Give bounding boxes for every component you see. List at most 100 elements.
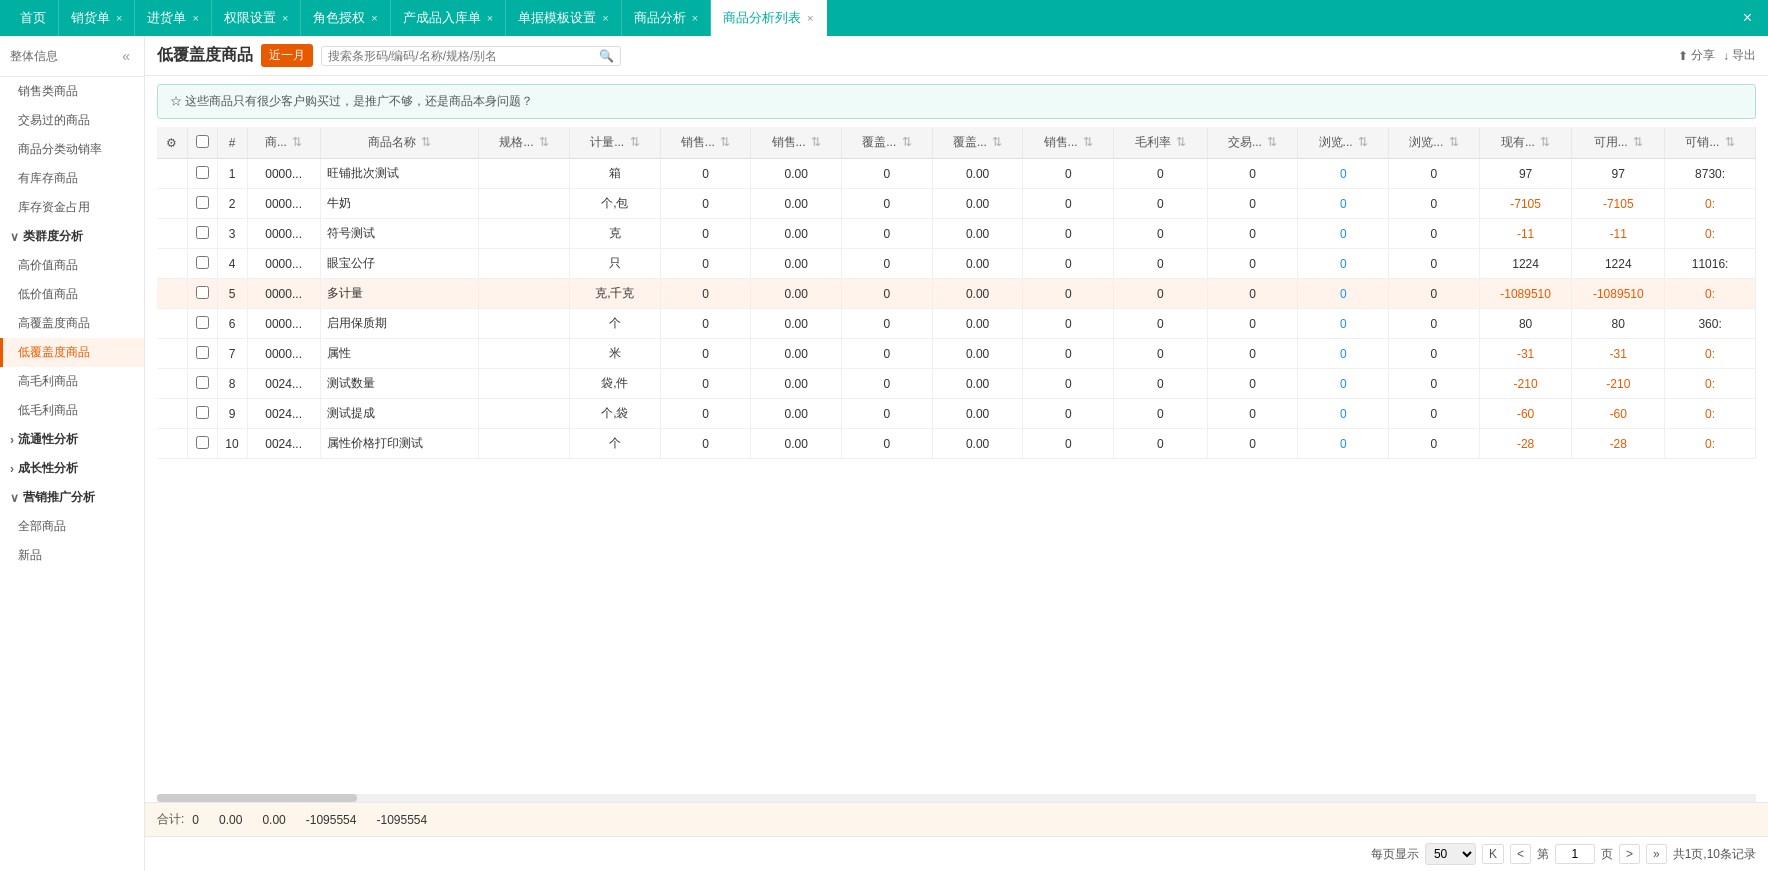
col-current[interactable]: 现有... ⇅ <box>1479 127 1572 159</box>
col-spec[interactable]: 规格... ⇅ <box>479 127 570 159</box>
cell-num: 10 <box>217 429 247 459</box>
last-page-button[interactable]: » <box>1646 844 1667 864</box>
col-checkbox[interactable] <box>187 127 217 159</box>
col-unit[interactable]: 计量... ⇅ <box>569 127 660 159</box>
export-button[interactable]: ↓ 导出 <box>1723 47 1756 64</box>
search-icon[interactable]: 🔍 <box>599 49 614 63</box>
share-button[interactable]: ⬆ 分享 <box>1678 47 1715 64</box>
tab-purchase[interactable]: 进货单 × <box>135 0 211 36</box>
row-checkbox[interactable] <box>196 316 209 329</box>
tab-permissions[interactable]: 权限设置 × <box>212 0 301 36</box>
col-browse2[interactable]: 浏览... ⇅ <box>1389 127 1480 159</box>
cell-browse1[interactable]: 0 <box>1298 279 1389 309</box>
sidebar-section-cluster[interactable]: ∨ 类群度分析 <box>0 222 144 251</box>
row-checkbox[interactable] <box>196 286 209 299</box>
col-code[interactable]: 商... ⇅ <box>247 127 320 159</box>
sidebar-item-sales-goods[interactable]: 销售类商品 <box>0 77 144 106</box>
tab-sales[interactable]: 销货单 × <box>59 0 135 36</box>
cell-browse1[interactable]: 0 <box>1298 369 1389 399</box>
cell-checkbox[interactable] <box>187 369 217 399</box>
page-number-input[interactable] <box>1555 844 1595 864</box>
cell-checkbox[interactable] <box>187 189 217 219</box>
tab-finished-goods[interactable]: 产成品入库单 × <box>391 0 506 36</box>
tab-analysis-list[interactable]: 商品分析列表 × <box>711 0 826 36</box>
close-tab-purchase[interactable]: × <box>192 12 198 24</box>
window-close-button[interactable]: × <box>1735 9 1760 27</box>
col-browse1[interactable]: 浏览... ⇅ <box>1298 127 1389 159</box>
cell-browse1[interactable]: 0 <box>1298 399 1389 429</box>
close-tab-finished-goods[interactable]: × <box>487 12 493 24</box>
sidebar-item-high-coverage[interactable]: 高覆盖度商品 <box>0 309 144 338</box>
col-sale-count[interactable]: 销售... ⇅ <box>660 127 751 159</box>
close-tab-sales[interactable]: × <box>116 12 122 24</box>
cell-browse1[interactable]: 0 <box>1298 309 1389 339</box>
cell-browse1[interactable]: 0 <box>1298 189 1389 219</box>
cell-browse2: 0 <box>1389 369 1480 399</box>
col-profit-rate[interactable]: 毛利率 ⇅ <box>1114 127 1208 159</box>
page-size-select[interactable]: 50 100 200 <box>1425 843 1476 865</box>
cell-browse1[interactable]: 0 <box>1298 159 1389 189</box>
cell-checkbox[interactable] <box>187 399 217 429</box>
row-checkbox[interactable] <box>196 376 209 389</box>
row-checkbox[interactable] <box>196 196 209 209</box>
sidebar-item-category-rate[interactable]: 商品分类动销率 <box>0 135 144 164</box>
sidebar-section-flow[interactable]: › 流通性分析 <box>0 425 144 454</box>
cell-checkbox[interactable] <box>187 159 217 189</box>
close-tab-permissions[interactable]: × <box>282 12 288 24</box>
cell-browse1[interactable]: 0 <box>1298 429 1389 459</box>
sidebar-item-low-coverage[interactable]: 低覆盖度商品 <box>0 338 144 367</box>
sidebar-item-high-value[interactable]: 高价值商品 <box>0 251 144 280</box>
sidebar-item-stock-capital[interactable]: 库存资金占用 <box>0 193 144 222</box>
row-checkbox[interactable] <box>196 436 209 449</box>
sidebar-collapse-icon[interactable]: « <box>118 44 134 68</box>
first-page-button[interactable]: K <box>1482 844 1504 864</box>
row-checkbox[interactable] <box>196 346 209 359</box>
sidebar-item-traded-goods[interactable]: 交易过的商品 <box>0 106 144 135</box>
next-page-button[interactable]: > <box>1619 844 1640 864</box>
sidebar-item-high-profit[interactable]: 高毛利商品 <box>0 367 144 396</box>
cell-browse1[interactable]: 0 <box>1298 339 1389 369</box>
sidebar-section-growth[interactable]: › 成长性分析 <box>0 454 144 483</box>
cell-browse1[interactable]: 0 <box>1298 219 1389 249</box>
sidebar-item-stocked-goods[interactable]: 有库存商品 <box>0 164 144 193</box>
col-available[interactable]: 可用... ⇅ <box>1572 127 1665 159</box>
prev-page-button[interactable]: < <box>1510 844 1531 864</box>
sidebar-item-all-goods[interactable]: 全部商品 <box>0 512 144 541</box>
sidebar-item-new-goods[interactable]: 新品 <box>0 541 144 570</box>
cell-checkbox[interactable] <box>187 249 217 279</box>
close-tab-analysis[interactable]: × <box>692 12 698 24</box>
tab-template[interactable]: 单据模板设置 × <box>506 0 621 36</box>
cell-checkbox[interactable] <box>187 279 217 309</box>
cell-browse1[interactable]: 0 <box>1298 249 1389 279</box>
cell-checkbox[interactable] <box>187 219 217 249</box>
select-all-checkbox[interactable] <box>196 135 209 148</box>
close-tab-roles[interactable]: × <box>371 12 377 24</box>
period-button[interactable]: 近一月 <box>261 44 313 67</box>
close-tab-analysis-list[interactable]: × <box>807 12 813 24</box>
cell-checkbox[interactable] <box>187 429 217 459</box>
col-gear[interactable]: ⚙ <box>157 127 187 159</box>
row-checkbox[interactable] <box>196 226 209 239</box>
cell-gear <box>157 369 187 399</box>
col-saleable[interactable]: 可销... ⇅ <box>1665 127 1756 159</box>
col-name[interactable]: 商品名称 ⇅ <box>320 127 479 159</box>
close-tab-template[interactable]: × <box>602 12 608 24</box>
tab-home[interactable]: 首页 <box>8 0 59 36</box>
col-sale3[interactable]: 销售... ⇅ <box>1023 127 1114 159</box>
sidebar-item-low-profit[interactable]: 低毛利商品 <box>0 396 144 425</box>
search-input[interactable] <box>328 49 599 63</box>
row-checkbox[interactable] <box>196 406 209 419</box>
col-trade[interactable]: 交易... ⇅ <box>1207 127 1298 159</box>
row-checkbox[interactable] <box>196 166 209 179</box>
tab-roles[interactable]: 角色授权 × <box>301 0 390 36</box>
sidebar-section-marketing[interactable]: ∨ 营销推广分析 <box>0 483 144 512</box>
cell-checkbox[interactable] <box>187 309 217 339</box>
col-sale-amount[interactable]: 销售... ⇅ <box>751 127 842 159</box>
sidebar-item-low-value[interactable]: 低价值商品 <box>0 280 144 309</box>
col-cover2[interactable]: 覆盖... ⇅ <box>932 127 1023 159</box>
horizontal-scrollbar[interactable] <box>157 794 1756 802</box>
cell-checkbox[interactable] <box>187 339 217 369</box>
col-cover1[interactable]: 覆盖... ⇅ <box>842 127 933 159</box>
tab-analysis[interactable]: 商品分析 × <box>622 0 711 36</box>
row-checkbox[interactable] <box>196 256 209 269</box>
